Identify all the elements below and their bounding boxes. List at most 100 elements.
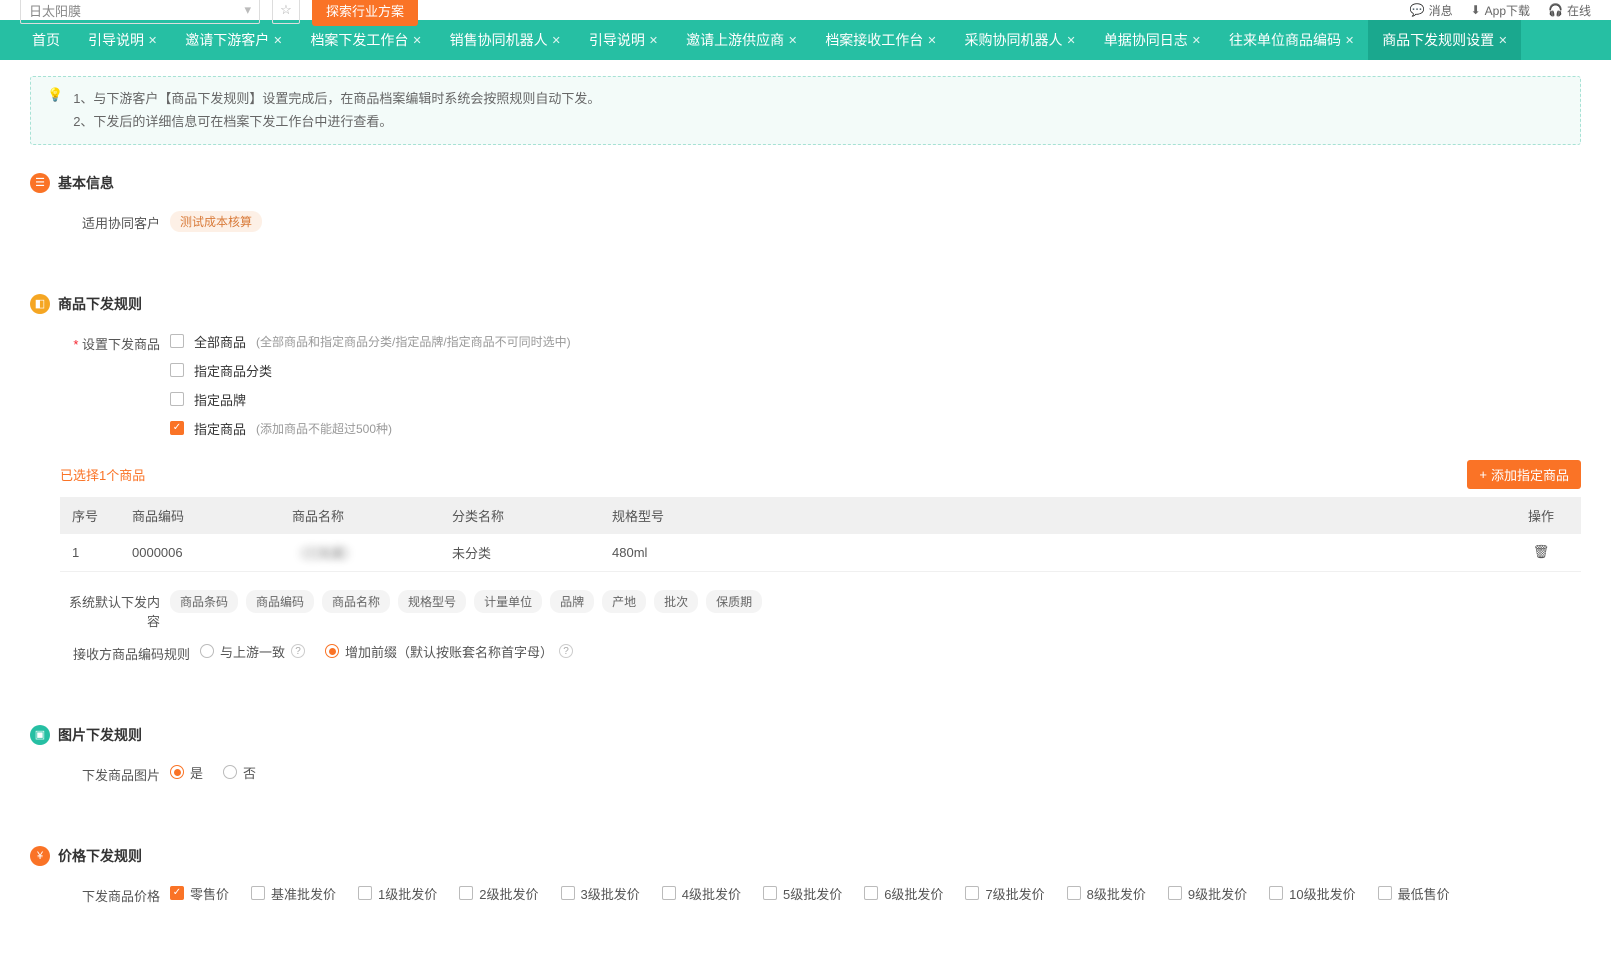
nav-home[interactable]: 首页 bbox=[18, 20, 74, 60]
nav-tab-invite-up[interactable]: 邀请上游供应商✕ bbox=[672, 20, 811, 60]
nav-tab-guide2[interactable]: 引导说明✕ bbox=[575, 20, 672, 60]
tag-item: 计量单位 bbox=[474, 590, 542, 613]
tag-item: 批次 bbox=[654, 590, 698, 613]
th-seq: 序号 bbox=[60, 497, 120, 534]
nav-tab-doc-log[interactable]: 单据协同日志✕ bbox=[1090, 20, 1215, 60]
label-set-products: 设置下发商品 bbox=[60, 332, 160, 353]
section-icon: ◧ bbox=[30, 294, 50, 314]
price-option: 2级批发价 bbox=[459, 884, 538, 903]
checkbox-brand[interactable] bbox=[170, 392, 184, 406]
app-download-link[interactable]: ⬇App下载 bbox=[1471, 2, 1530, 19]
th-action: 操作 bbox=[1501, 497, 1581, 534]
radio-image-no[interactable] bbox=[223, 765, 237, 779]
tag-item: 商品编码 bbox=[246, 590, 314, 613]
opt-image-no: 否 bbox=[243, 763, 256, 782]
message-icon: 💬 bbox=[1410, 3, 1425, 17]
plus-icon: + bbox=[1479, 467, 1487, 482]
checkbox-price[interactable] bbox=[459, 886, 473, 900]
checkbox-price[interactable] bbox=[358, 886, 372, 900]
opt-add-prefix: 增加前缀（默认按账套名称首字母） bbox=[345, 642, 553, 661]
close-icon[interactable]: ✕ bbox=[1498, 34, 1507, 47]
opt-all-hint: (全部商品和指定商品分类/指定品牌/指定商品不可同时选中) bbox=[256, 333, 571, 350]
price-option: 6级批发价 bbox=[864, 884, 943, 903]
checkbox-price[interactable] bbox=[561, 886, 575, 900]
price-label: 10级批发价 bbox=[1289, 884, 1355, 903]
tag-item: 保质期 bbox=[706, 590, 762, 613]
section-title-rule: 商品下发规则 bbox=[58, 294, 142, 314]
tag-item: 产地 bbox=[602, 590, 646, 613]
checkbox-price[interactable] bbox=[965, 886, 979, 900]
lightbulb-icon: 💡 bbox=[47, 87, 63, 134]
nav-tab-invite-down[interactable]: 邀请下游客户✕ bbox=[171, 20, 296, 60]
nav-tab-purchase-bot[interactable]: 采购协同机器人✕ bbox=[951, 20, 1090, 60]
nav-tab-archive-recv[interactable]: 档案接收工作台✕ bbox=[811, 20, 950, 60]
tip-box: 💡 1、与下游客户【商品下发规则】设置完成后，在商品档案编辑时系统会按照规则自动… bbox=[30, 76, 1581, 145]
selected-count: 已选择1个商品 bbox=[60, 465, 145, 484]
checkbox-price[interactable] bbox=[251, 886, 265, 900]
price-option: 7级批发价 bbox=[965, 884, 1044, 903]
price-label: 4级批发价 bbox=[682, 884, 741, 903]
checkbox-category[interactable] bbox=[170, 363, 184, 377]
close-icon[interactable]: ✕ bbox=[1067, 34, 1076, 47]
nav-tab-rule-setting[interactable]: 商品下发规则设置✕ bbox=[1368, 20, 1521, 60]
checkbox-price[interactable] bbox=[662, 886, 676, 900]
checkbox-specific[interactable] bbox=[170, 421, 184, 435]
radio-image-yes[interactable] bbox=[170, 765, 184, 779]
close-icon[interactable]: ✕ bbox=[412, 34, 421, 47]
main-nav: 首页 引导说明✕ 邀请下游客户✕ 档案下发工作台✕ 销售协同机器人✕ 引导说明✕… bbox=[0, 20, 1611, 60]
close-icon[interactable]: ✕ bbox=[788, 34, 797, 47]
checkbox-price[interactable] bbox=[1067, 886, 1081, 900]
messages-link[interactable]: 💬消息 bbox=[1410, 2, 1453, 19]
section-icon: ¥ bbox=[30, 846, 50, 866]
nav-tab-guide[interactable]: 引导说明✕ bbox=[74, 20, 171, 60]
price-label: 零售价 bbox=[190, 884, 229, 903]
nav-tab-partner-code[interactable]: 往来单位商品编码✕ bbox=[1215, 20, 1368, 60]
customer-tag: 测试成本核算 bbox=[170, 211, 262, 232]
default-tags-list: 商品条码 商品编码 商品名称 规格型号 计量单位 品牌 产地 批次 保质期 bbox=[170, 590, 1581, 613]
online-link[interactable]: 🎧在线 bbox=[1548, 2, 1591, 19]
price-label: 8级批发价 bbox=[1087, 884, 1146, 903]
close-icon[interactable]: ✕ bbox=[552, 34, 561, 47]
checkbox-price[interactable] bbox=[1168, 886, 1182, 900]
th-name: 商品名称 bbox=[280, 497, 440, 534]
price-option: 最低售价 bbox=[1378, 884, 1450, 903]
close-icon[interactable]: ✕ bbox=[649, 34, 658, 47]
add-product-button[interactable]: + 添加指定商品 bbox=[1467, 460, 1581, 489]
price-option: 10级批发价 bbox=[1269, 884, 1355, 903]
tag-item: 规格型号 bbox=[398, 590, 466, 613]
price-label: 1级批发价 bbox=[378, 884, 437, 903]
checkbox-price[interactable] bbox=[1378, 886, 1392, 900]
help-icon[interactable]: ? bbox=[291, 644, 305, 658]
cell-category: 未分类 bbox=[440, 534, 600, 572]
close-icon[interactable]: ✕ bbox=[1345, 34, 1354, 47]
delete-icon[interactable]: 🗑 bbox=[1533, 544, 1550, 559]
close-icon[interactable]: ✕ bbox=[927, 34, 936, 47]
price-label: 6级批发价 bbox=[884, 884, 943, 903]
label-send-price: 下发商品价格 bbox=[60, 884, 160, 905]
price-label: 9级批发价 bbox=[1188, 884, 1247, 903]
cell-idx: 1 bbox=[60, 534, 120, 572]
checkbox-price[interactable] bbox=[763, 886, 777, 900]
th-spec: 规格型号 bbox=[600, 497, 1501, 534]
nav-tab-archive-send[interactable]: 档案下发工作台✕ bbox=[296, 20, 435, 60]
checkbox-all-products[interactable] bbox=[170, 334, 184, 348]
chevron-down-icon: ▾ bbox=[244, 2, 251, 18]
checkbox-price[interactable] bbox=[170, 886, 184, 900]
radio-add-prefix[interactable] bbox=[325, 644, 339, 658]
checkbox-price[interactable] bbox=[864, 886, 878, 900]
price-options: 零售价基准批发价1级批发价2级批发价3级批发价4级批发价5级批发价6级批发价7级… bbox=[170, 884, 1581, 903]
headset-icon: 🎧 bbox=[1548, 3, 1563, 17]
table-row: 1 0000006 （已隐藏） 未分类 480ml 🗑 bbox=[60, 534, 1581, 572]
price-label: 7级批发价 bbox=[985, 884, 1044, 903]
cell-name: （已隐藏） bbox=[280, 534, 440, 572]
close-icon[interactable]: ✕ bbox=[273, 34, 282, 47]
section-icon: ▣ bbox=[30, 725, 50, 745]
help-icon[interactable]: ? bbox=[559, 644, 573, 658]
close-icon[interactable]: ✕ bbox=[148, 34, 157, 47]
close-icon[interactable]: ✕ bbox=[1192, 34, 1201, 47]
checkbox-price[interactable] bbox=[1269, 886, 1283, 900]
nav-tab-sales-bot[interactable]: 销售协同机器人✕ bbox=[436, 20, 575, 60]
th-category: 分类名称 bbox=[440, 497, 600, 534]
price-option: 零售价 bbox=[170, 884, 229, 903]
radio-same-upstream[interactable] bbox=[200, 644, 214, 658]
